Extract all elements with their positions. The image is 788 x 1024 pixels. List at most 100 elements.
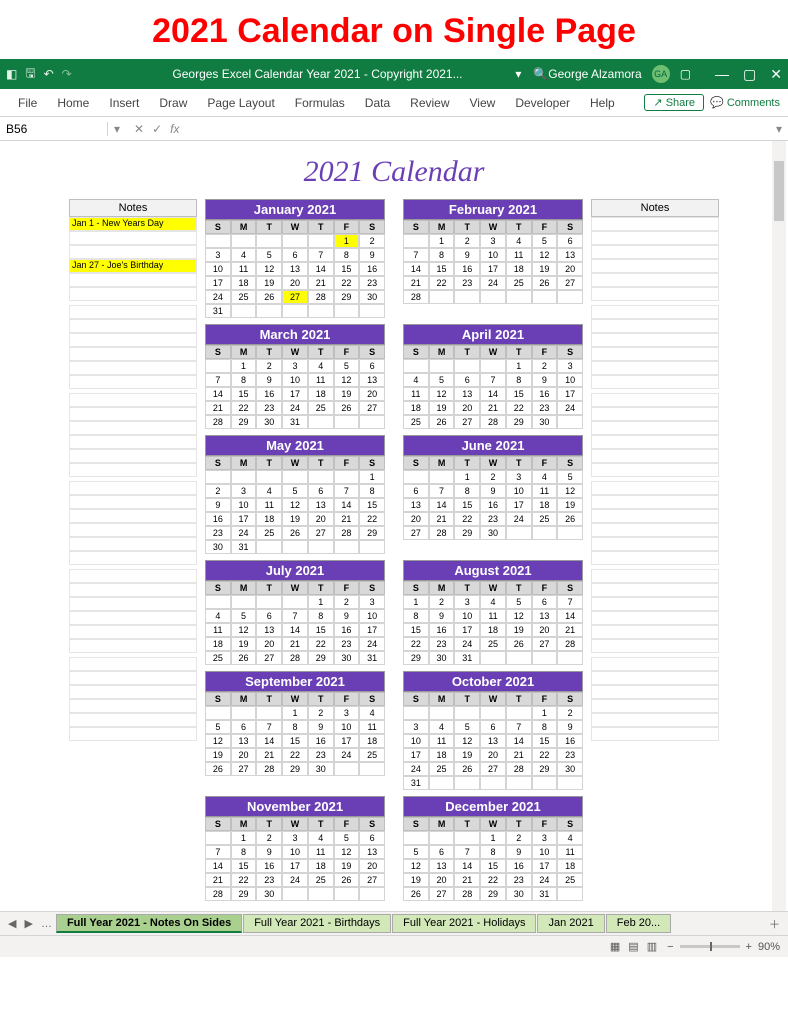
- note-cell[interactable]: [591, 319, 719, 333]
- day-cell[interactable]: 6: [231, 720, 257, 734]
- day-cell[interactable]: 22: [231, 401, 257, 415]
- tab-nav-prev-icon[interactable]: ◀: [4, 917, 20, 930]
- day-cell[interactable]: 18: [308, 859, 334, 873]
- note-cell[interactable]: [591, 611, 719, 625]
- day-cell[interactable]: 6: [429, 845, 455, 859]
- ribbon-tab-formulas[interactable]: Formulas: [285, 96, 355, 110]
- day-cell[interactable]: 25: [480, 637, 506, 651]
- day-cell[interactable]: 14: [256, 734, 282, 748]
- day-cell[interactable]: 20: [480, 748, 506, 762]
- note-cell[interactable]: [591, 537, 719, 551]
- day-cell[interactable]: 20: [429, 873, 455, 887]
- dropdown-icon[interactable]: ▾: [515, 67, 521, 81]
- note-cell[interactable]: [591, 435, 719, 449]
- day-cell[interactable]: 18: [429, 748, 455, 762]
- day-cell[interactable]: 24: [282, 401, 308, 415]
- day-cell[interactable]: 18: [308, 387, 334, 401]
- day-cell[interactable]: 14: [205, 859, 231, 873]
- day-cell[interactable]: 28: [282, 651, 308, 665]
- zoom-level[interactable]: 90%: [758, 941, 780, 953]
- day-cell[interactable]: 2: [429, 595, 455, 609]
- ribbon-display-icon[interactable]: ▢: [680, 67, 691, 81]
- day-cell[interactable]: 1: [506, 359, 532, 373]
- day-cell[interactable]: 23: [334, 637, 360, 651]
- day-cell[interactable]: 12: [403, 859, 429, 873]
- day-cell[interactable]: 2: [256, 359, 282, 373]
- day-cell[interactable]: 12: [454, 734, 480, 748]
- day-cell[interactable]: 17: [532, 859, 558, 873]
- day-cell[interactable]: 2: [480, 470, 506, 484]
- note-cell[interactable]: [591, 685, 719, 699]
- day-cell[interactable]: 19: [532, 262, 558, 276]
- day-cell[interactable]: 25: [308, 873, 334, 887]
- day-cell[interactable]: 6: [359, 359, 385, 373]
- day-cell[interactable]: 22: [506, 401, 532, 415]
- day-cell[interactable]: 23: [557, 748, 583, 762]
- day-cell[interactable]: 6: [532, 595, 558, 609]
- sheet-tab[interactable]: Full Year 2021 - Holidays: [392, 914, 536, 933]
- day-cell[interactable]: 13: [359, 373, 385, 387]
- day-cell[interactable]: 30: [256, 415, 282, 429]
- day-cell[interactable]: 29: [532, 762, 558, 776]
- day-cell[interactable]: 2: [359, 234, 385, 248]
- day-cell[interactable]: 15: [334, 262, 360, 276]
- day-cell[interactable]: 29: [231, 887, 257, 901]
- ribbon-tab-developer[interactable]: Developer: [505, 96, 580, 110]
- day-cell[interactable]: 12: [557, 484, 583, 498]
- day-cell[interactable]: 3: [506, 470, 532, 484]
- day-cell[interactable]: 17: [359, 623, 385, 637]
- ribbon-tab-review[interactable]: Review: [400, 96, 459, 110]
- day-cell[interactable]: 2: [532, 359, 558, 373]
- day-cell[interactable]: 25: [506, 276, 532, 290]
- day-cell[interactable]: 26: [205, 762, 231, 776]
- day-cell[interactable]: 3: [403, 720, 429, 734]
- day-cell[interactable]: 14: [403, 262, 429, 276]
- note-cell[interactable]: [591, 273, 719, 287]
- day-cell[interactable]: 25: [429, 762, 455, 776]
- day-cell[interactable]: 30: [359, 290, 385, 304]
- day-cell[interactable]: 21: [557, 623, 583, 637]
- day-cell[interactable]: 28: [334, 526, 360, 540]
- day-cell[interactable]: 2: [308, 706, 334, 720]
- day-cell[interactable]: 11: [205, 623, 231, 637]
- day-cell[interactable]: 25: [403, 415, 429, 429]
- day-cell[interactable]: 28: [308, 290, 334, 304]
- day-cell[interactable]: 7: [205, 373, 231, 387]
- day-cell[interactable]: 7: [506, 720, 532, 734]
- day-cell[interactable]: 31: [282, 415, 308, 429]
- day-cell[interactable]: 10: [532, 845, 558, 859]
- day-cell[interactable]: 7: [557, 595, 583, 609]
- day-cell[interactable]: 12: [429, 387, 455, 401]
- day-cell[interactable]: 3: [454, 595, 480, 609]
- day-cell[interactable]: 11: [429, 734, 455, 748]
- day-cell[interactable]: 12: [532, 248, 558, 262]
- day-cell[interactable]: 28: [205, 415, 231, 429]
- day-cell[interactable]: 24: [532, 873, 558, 887]
- day-cell[interactable]: 10: [282, 373, 308, 387]
- day-cell[interactable]: 17: [403, 748, 429, 762]
- day-cell[interactable]: 8: [403, 609, 429, 623]
- day-cell[interactable]: 28: [403, 290, 429, 304]
- day-cell[interactable]: 13: [359, 845, 385, 859]
- note-cell[interactable]: [69, 625, 197, 639]
- day-cell[interactable]: 22: [480, 873, 506, 887]
- day-cell[interactable]: 7: [403, 248, 429, 262]
- note-cell[interactable]: [69, 305, 197, 319]
- day-cell[interactable]: 8: [506, 373, 532, 387]
- day-cell[interactable]: 16: [506, 859, 532, 873]
- day-cell[interactable]: 15: [532, 734, 558, 748]
- save-icon[interactable]: 🖫: [25, 64, 35, 85]
- day-cell[interactable]: 1: [429, 234, 455, 248]
- day-cell[interactable]: 13: [403, 498, 429, 512]
- day-cell[interactable]: 2: [256, 831, 282, 845]
- ribbon-tab-insert[interactable]: Insert: [99, 96, 149, 110]
- day-cell[interactable]: 4: [308, 359, 334, 373]
- day-cell[interactable]: 20: [359, 859, 385, 873]
- day-cell[interactable]: 26: [429, 415, 455, 429]
- note-cell[interactable]: [591, 375, 719, 389]
- day-cell[interactable]: 16: [557, 734, 583, 748]
- day-cell[interactable]: 14: [506, 734, 532, 748]
- day-cell[interactable]: 27: [308, 526, 334, 540]
- note-cell[interactable]: [591, 287, 719, 301]
- day-cell[interactable]: 15: [231, 387, 257, 401]
